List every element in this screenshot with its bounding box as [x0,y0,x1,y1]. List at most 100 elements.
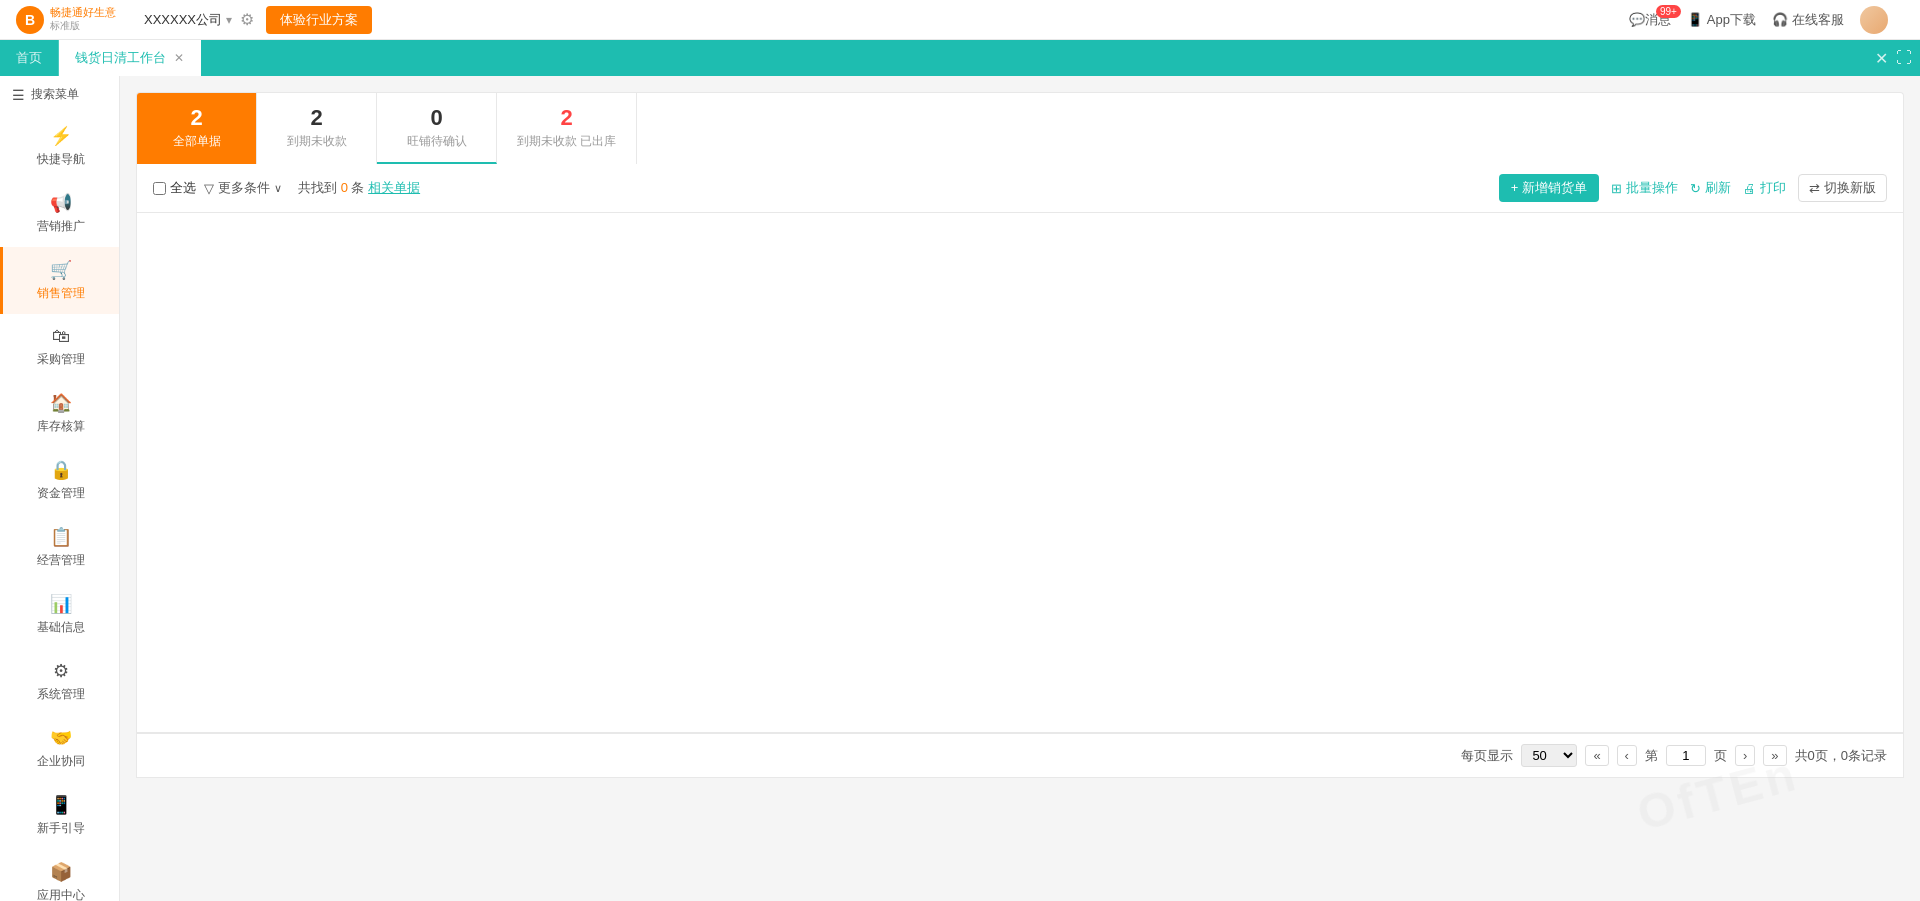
sidebar-item-label: 营销推广 [37,218,85,235]
sidebar-item-label: 系统管理 [37,686,85,703]
app-download-btn[interactable]: 📱 App下载 [1687,11,1756,29]
current-page-input[interactable] [1666,745,1706,766]
sidebar-item-marketing[interactable]: 📢 营销推广 [0,180,119,247]
filter-label: 更多条件 [218,179,270,197]
sidebar-item-inventory[interactable]: 🏠 库存核算 [0,380,119,447]
sidebar-item-system[interactable]: ⚙ 系统管理 [0,648,119,715]
switch-version-btn[interactable]: ⇄ 切换新版 [1798,174,1887,202]
tab-workbench-label: 钱货日清工作台 [75,49,166,67]
system-icon: ⚙ [53,660,69,682]
stat-label-overdue: 到期未收款 [277,133,356,150]
batch-label: 批量操作 [1626,179,1678,197]
inventory-icon: 🏠 [50,392,72,414]
avatar[interactable] [1860,6,1888,34]
sidebar-item-label: 基础信息 [37,619,85,636]
sidebar-item-operation[interactable]: 📋 经营管理 [0,514,119,581]
purchase-icon: 🛍 [52,326,70,347]
sidebar-item-base-info[interactable]: 📊 基础信息 [0,581,119,648]
stat-tab-pending[interactable]: 0 旺铺待确认 [377,93,497,164]
company-selector[interactable]: XXXXXX公司 ▾ [144,11,232,29]
marketing-icon: 📢 [50,192,72,214]
guide-icon: 📱 [50,794,72,816]
sidebar-item-label: 新手引导 [37,820,85,837]
select-all-check[interactable]: 全选 [153,179,196,197]
stat-tab-overdue-shipped[interactable]: 2 到期未收款 已出库 [497,93,637,164]
tab-expand-icon[interactable]: ⛶ [1896,49,1912,67]
pagination: 每页显示 20 50 100 « ‹ 第 页 › » 共0页，0条记录 [136,733,1904,778]
logo-icon: B [16,6,44,34]
refresh-label: 刷新 [1705,179,1731,197]
stat-num-pending: 0 [397,105,476,131]
print-icon: 🖨 [1743,181,1756,196]
page-label: 第 [1645,747,1658,765]
sidebar-item-sales[interactable]: 🛒 销售管理 [0,247,119,314]
filter-icon: ▽ [204,181,214,196]
stat-num-overdue: 2 [277,105,356,131]
sidebar-item-purchase[interactable]: 🛍 采购管理 [0,314,119,380]
app-label: App下载 [1707,11,1756,29]
sidebar-item-app-center[interactable]: 📦 应用中心 [0,849,119,901]
first-page-btn[interactable]: « [1585,745,1608,766]
filter-arrow-icon: ∨ [274,182,282,195]
stat-num-all: 2 [157,105,236,131]
tab-close-icon[interactable]: ✕ [174,51,184,65]
batch-btn[interactable]: ⊞ 批量操作 [1611,179,1678,197]
add-sale-btn[interactable]: + 新增销货单 [1499,174,1599,202]
stat-tab-all[interactable]: 2 全部单据 [137,93,257,164]
search-menu-icon: ☰ [12,87,25,103]
finance-icon: 🔒 [50,459,72,481]
print-btn[interactable]: 🖨 打印 [1743,179,1786,197]
toolbar-right: + 新增销货单 ⊞ 批量操作 ↻ 刷新 🖨 打印 ⇄ [1499,174,1887,202]
company-dropdown-arrow: ▾ [226,13,232,27]
stat-tabs: 2 全部单据 2 到期未收款 0 旺铺待确认 2 到期未收款 已出库 [136,92,1904,164]
sidebar-item-label: 快捷导航 [37,151,85,168]
filter-btn[interactable]: ▽ 更多条件 ∨ [204,179,282,197]
stat-label-pending: 旺铺待确认 [397,133,476,150]
tab-close-all-icon[interactable]: ✕ [1875,49,1888,68]
select-all-label: 全选 [170,179,196,197]
app-icon: 📱 [1687,12,1703,27]
prev-page-btn[interactable]: ‹ [1617,745,1637,766]
tab-workbench[interactable]: 钱货日清工作台 ✕ [59,40,201,76]
layout: ☰ 搜索菜单 ⚡ 快捷导航 📢 营销推广 🛒 销售管理 🛍 采购管理 🏠 库存核… [0,76,1920,901]
logo: B 畅捷通好生意 标准版 [16,6,136,34]
base-info-icon: 📊 [50,593,72,615]
quick-nav-icon: ⚡ [50,125,72,147]
switch-label: 切换新版 [1824,179,1876,197]
table-area [136,213,1904,733]
count-prefix: 共找到 [298,180,337,195]
sidebar-item-label: 经营管理 [37,552,85,569]
last-page-btn[interactable]: » [1763,745,1786,766]
stat-tab-overdue[interactable]: 2 到期未收款 [257,93,377,164]
sidebar-item-finance[interactable]: 🔒 资金管理 [0,447,119,514]
message-badge: 99+ [1656,5,1681,18]
experience-btn[interactable]: 体验行业方案 [266,6,372,34]
online-service-btn[interactable]: 🎧 在线客服 [1772,11,1844,29]
sidebar-item-guide[interactable]: 📱 新手引导 [0,782,119,849]
tab-home[interactable]: 首页 [0,40,59,76]
logo-sub: 标准版 [50,19,116,33]
topbar-right: 💬 消息 99+ 📱 App下载 🎧 在线客服 [1629,6,1904,34]
message-icon: 💬 [1629,12,1645,27]
message-btn[interactable]: 💬 消息 99+ [1629,11,1671,29]
toolbar: 全选 ▽ 更多条件 ∨ 共找到 0 条 相关单据 + 新增销货单 ⊞ [136,164,1904,213]
refresh-btn[interactable]: ↻ 刷新 [1690,179,1731,197]
sidebar-search[interactable]: ☰ 搜索菜单 [0,76,119,113]
sidebar-item-quick-nav[interactable]: ⚡ 快捷导航 [0,113,119,180]
switch-icon: ⇄ [1809,181,1820,196]
select-all-checkbox[interactable] [153,182,166,195]
total-record: 共0页，0条记录 [1795,747,1887,765]
refresh-icon: ↻ [1690,181,1701,196]
service-icon: 🎧 [1772,12,1788,27]
next-page-btn[interactable]: › [1735,745,1755,766]
sidebar-item-cooperation[interactable]: 🤝 企业协同 [0,715,119,782]
page-suffix: 页 [1714,747,1727,765]
settings-icon[interactable]: ⚙ [240,10,254,29]
per-page-select[interactable]: 20 50 100 [1521,744,1577,767]
count-value: 0 [341,180,348,195]
app-center-icon: 📦 [50,861,72,883]
cooperation-icon: 🤝 [50,727,72,749]
per-page-label: 每页显示 [1461,747,1513,765]
topbar: B 畅捷通好生意 标准版 XXXXXX公司 ▾ ⚙ 体验行业方案 💬 消息 99… [0,0,1920,40]
related-link[interactable]: 相关单据 [368,180,420,195]
